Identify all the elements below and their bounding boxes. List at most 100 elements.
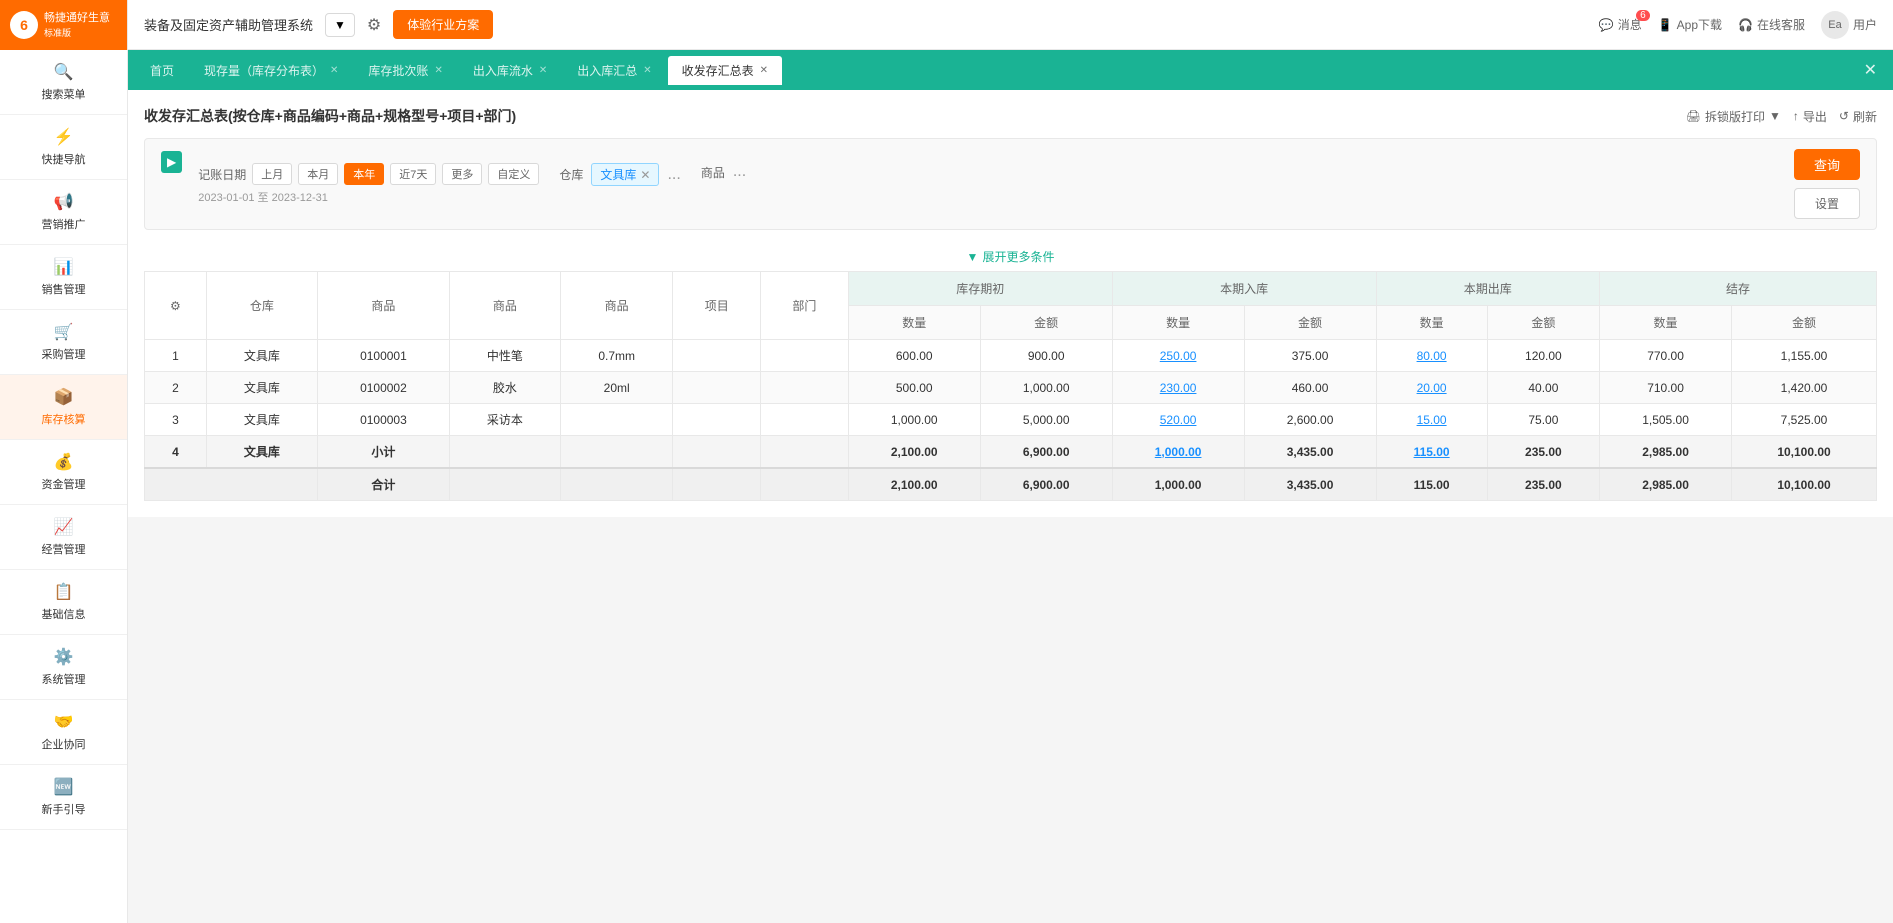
sidebar-item-newuser[interactable]: 🆕 新手引导 bbox=[0, 765, 127, 830]
out-qty-link[interactable]: 20.00 bbox=[1417, 381, 1447, 395]
sidebar-item-label: 库存核算 bbox=[42, 411, 86, 427]
row-in-qty[interactable]: 520.00 bbox=[1112, 404, 1244, 436]
warehouse-tag-close-icon[interactable]: ✕ bbox=[640, 168, 650, 182]
sidebar-item-label: 搜索菜单 bbox=[42, 86, 86, 102]
app-download-action[interactable]: 📱 App下载 bbox=[1658, 16, 1722, 33]
content-card: 收发存汇总表(按仓库+商品编码+商品+规格型号+项目+部门) 🖨 拆锁版打印 ▼… bbox=[128, 90, 1893, 517]
goods-more-icon[interactable]: ... bbox=[733, 163, 746, 181]
print-btn[interactable]: 🖨 拆锁版打印 ▼ bbox=[1686, 108, 1781, 125]
sidebar-item-marketing[interactable]: 📢 营销推广 bbox=[0, 180, 127, 245]
in-qty-link[interactable]: 520.00 bbox=[1160, 413, 1197, 427]
page-header: 收发存汇总表(按仓库+商品编码+商品+规格型号+项目+部门) 🖨 拆锁版打印 ▼… bbox=[144, 106, 1877, 126]
row-warehouse: 文具库 bbox=[206, 340, 317, 372]
row-open-amt: 1,000.00 bbox=[980, 372, 1112, 404]
refresh-btn[interactable]: ↺ 刷新 bbox=[1839, 108, 1877, 125]
logo-icon: 6 bbox=[10, 11, 38, 39]
online-service-action[interactable]: 🎧 在线客服 bbox=[1738, 16, 1805, 33]
row-bal-qty: 770.00 bbox=[1600, 340, 1732, 372]
in-qty-link[interactable]: 230.00 bbox=[1160, 381, 1197, 395]
expand-label: 展开更多条件 bbox=[982, 248, 1054, 265]
tab-close-icon[interactable]: ✕ bbox=[760, 65, 768, 76]
row-open-amt: 900.00 bbox=[980, 340, 1112, 372]
sidebar-item-system[interactable]: ⚙️ 系统管理 bbox=[0, 635, 127, 700]
subtotal-warehouse: 文具库 bbox=[206, 436, 317, 469]
date-btn-custom[interactable]: 自定义 bbox=[488, 163, 539, 185]
sidebar-item-sales[interactable]: 📊 销售管理 bbox=[0, 245, 127, 310]
subtotal-empty2 bbox=[560, 436, 672, 469]
gear-icon[interactable]: ⚙ bbox=[367, 15, 381, 35]
filter-toggle-btn[interactable]: ▶ bbox=[161, 151, 182, 173]
sidebar-item-enterprise[interactable]: 🤝 企业协同 bbox=[0, 700, 127, 765]
tab-home[interactable]: 首页 bbox=[136, 56, 188, 85]
subtotal-out-qty-link[interactable]: 115.00 bbox=[1414, 445, 1450, 459]
tab-flow[interactable]: 出入库流水 ✕ bbox=[459, 56, 561, 85]
sidebar-item-purchase[interactable]: 🛒 采购管理 bbox=[0, 310, 127, 375]
total-empty3 bbox=[673, 468, 761, 501]
out-qty-link[interactable]: 80.00 bbox=[1417, 349, 1447, 363]
tab-close-icon[interactable]: ✕ bbox=[330, 65, 338, 76]
row-out-qty[interactable]: 80.00 bbox=[1376, 340, 1487, 372]
sidebar-item-basic[interactable]: 📋 基础信息 bbox=[0, 570, 127, 635]
tab-summary-inout[interactable]: 出入库汇总 ✕ bbox=[563, 56, 665, 85]
col-bal-qty: 数量 bbox=[1600, 306, 1732, 340]
message-action[interactable]: 💬 消息 6 bbox=[1599, 16, 1642, 33]
col-opening-header: 库存期初 bbox=[848, 272, 1112, 306]
warehouse-tag[interactable]: 文具库 ✕ bbox=[591, 163, 659, 186]
tab-close-icon[interactable]: ✕ bbox=[643, 65, 651, 76]
system-name: 装备及固定资产辅助管理系统 bbox=[144, 15, 313, 34]
setting-btn[interactable]: 设置 bbox=[1794, 188, 1860, 219]
date-btn-thismonth[interactable]: 本月 bbox=[298, 163, 338, 185]
system-dropdown[interactable]: ▼ bbox=[325, 13, 355, 37]
subtotal-in-qty-link[interactable]: 1,000.00 bbox=[1155, 445, 1202, 459]
total-row: 合计 2,100.00 6,900.00 1,000.00 3,435.00 1… bbox=[145, 468, 1877, 501]
sidebar-item-management[interactable]: 📈 经营管理 bbox=[0, 505, 127, 570]
row-out-qty[interactable]: 20.00 bbox=[1376, 372, 1487, 404]
filter-right: 查询 设置 bbox=[1794, 149, 1860, 219]
user-action[interactable]: Ea 用户 bbox=[1821, 11, 1877, 39]
row-bal-amt: 1,155.00 bbox=[1732, 340, 1877, 372]
expand-btn[interactable]: ▼ 展开更多条件 bbox=[967, 248, 1055, 265]
tab-close-icon[interactable]: ✕ bbox=[539, 65, 547, 76]
row-spec bbox=[560, 404, 672, 436]
search-icon: 🔍 bbox=[54, 62, 74, 82]
subtotal-bal-amt: 10,100.00 bbox=[1732, 436, 1877, 469]
sidebar-item-quicknav[interactable]: ⚡ 快捷导航 bbox=[0, 115, 127, 180]
total-empty4 bbox=[761, 468, 849, 501]
phone-icon: 📱 bbox=[1658, 18, 1673, 32]
total-in-amt: 3,435.00 bbox=[1244, 468, 1376, 501]
col-warehouse-header: 仓库 bbox=[206, 272, 317, 340]
goods-label: 商品 bbox=[701, 164, 725, 181]
tab-recv-summary[interactable]: 收发存汇总表 ✕ bbox=[668, 56, 782, 85]
row-out-qty[interactable]: 15.00 bbox=[1376, 404, 1487, 436]
row-in-qty[interactable]: 250.00 bbox=[1112, 340, 1244, 372]
subtotal-in-amt: 3,435.00 bbox=[1244, 436, 1376, 469]
query-btn[interactable]: 查询 bbox=[1794, 149, 1860, 180]
row-in-qty[interactable]: 230.00 bbox=[1112, 372, 1244, 404]
experience-btn[interactable]: 体验行业方案 bbox=[393, 10, 493, 39]
sidebar-item-search[interactable]: 🔍 搜索菜单 bbox=[0, 50, 127, 115]
subtotal-in-qty[interactable]: 1,000.00 bbox=[1112, 436, 1244, 469]
date-btn-lastmonth[interactable]: 上月 bbox=[252, 163, 292, 185]
table-settings-icon[interactable]: ⚙ bbox=[170, 299, 181, 313]
cart-icon: 🛒 bbox=[54, 322, 74, 342]
date-btn-7days[interactable]: 近7天 bbox=[390, 163, 436, 185]
in-qty-link[interactable]: 250.00 bbox=[1160, 349, 1197, 363]
table-row: 3 文具库 0100003 采访本 1,000.00 5,000.00 520.… bbox=[145, 404, 1877, 436]
sidebar-item-inventory[interactable]: 📦 库存核算 bbox=[0, 375, 127, 440]
col-name-header: 商品 bbox=[449, 272, 560, 340]
row-spec: 0.7mm bbox=[560, 340, 672, 372]
sidebar-item-finance[interactable]: 💰 资金管理 bbox=[0, 440, 127, 505]
col-settings-header[interactable]: ⚙ bbox=[145, 272, 207, 340]
tabbar-close-icon[interactable]: ✕ bbox=[1856, 60, 1885, 80]
tab-close-icon[interactable]: ✕ bbox=[434, 65, 442, 76]
subtotal-out-qty[interactable]: 115.00 bbox=[1376, 436, 1487, 469]
col-out-header: 本期出库 bbox=[1376, 272, 1600, 306]
tab-batch[interactable]: 库存批次账 ✕ bbox=[354, 56, 456, 85]
export-btn[interactable]: ↑ 导出 bbox=[1793, 108, 1827, 125]
tabbar: 首页 现存量（库存分布表） ✕ 库存批次账 ✕ 出入库流水 ✕ 出入库汇总 ✕ … bbox=[128, 50, 1893, 90]
date-btn-more[interactable]: 更多 bbox=[442, 163, 482, 185]
date-btn-thisyear[interactable]: 本年 bbox=[344, 163, 384, 185]
tab-current-stock[interactable]: 现存量（库存分布表） ✕ bbox=[190, 56, 352, 85]
out-qty-link[interactable]: 15.00 bbox=[1417, 413, 1447, 427]
warehouse-more-icon[interactable]: ... bbox=[667, 166, 680, 184]
